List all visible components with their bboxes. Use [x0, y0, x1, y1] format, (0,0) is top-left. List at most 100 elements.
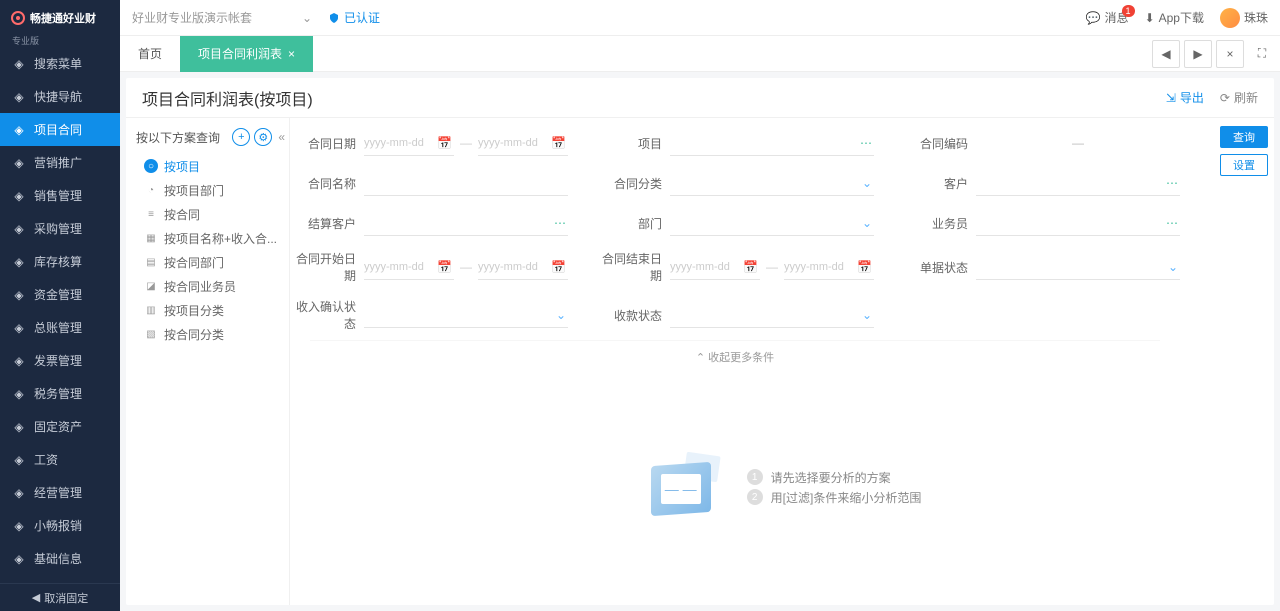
nav-icon: ◈	[12, 123, 26, 137]
salesman-input[interactable]: ⋯	[976, 210, 1180, 236]
field-salesman: 业务员 ⋯	[902, 210, 1180, 236]
nav-item-14[interactable]: ◈小畅报销	[0, 509, 120, 542]
nav-item-10[interactable]: ◈税务管理	[0, 377, 120, 410]
dept-select[interactable]: ⌄	[670, 210, 874, 236]
export-button[interactable]: ⇲ 导出	[1166, 89, 1204, 106]
query-button[interactable]: 查询	[1220, 126, 1268, 148]
nav-item-16[interactable]: ◈系统管理	[0, 575, 120, 583]
brand-edition: 专业版	[0, 34, 120, 47]
download-button[interactable]: ⬇ App下载	[1145, 9, 1204, 26]
nav-item-0[interactable]: ◈搜索菜单	[0, 47, 120, 80]
sidebar: 畅捷通好业财 专业版 ◈搜索菜单◈快捷导航◈项目合同◈营销推广◈销售管理◈采购管…	[0, 0, 120, 611]
nav-item-3[interactable]: ◈营销推广	[0, 146, 120, 179]
nav-item-15[interactable]: ◈基础信息	[0, 542, 120, 575]
field-dept: 部门 ⌄	[596, 210, 874, 236]
nav-item-5[interactable]: ◈采购管理	[0, 212, 120, 245]
scheme-icon: ▦	[144, 231, 158, 245]
customer-input[interactable]: ⋯	[976, 170, 1180, 196]
refresh-icon: ⟳	[1220, 91, 1230, 105]
hint-2: 用[过滤]条件来缩小分析范围	[771, 489, 922, 506]
end-date-to[interactable]: yyyy-mm-dd📅	[784, 254, 874, 280]
tabs-next[interactable]: ▶	[1184, 40, 1212, 68]
user-menu[interactable]: 珠珠	[1220, 8, 1268, 28]
nav-icon: ◈	[12, 552, 26, 566]
nav-icon: ◈	[12, 321, 26, 335]
scheme-list: ○按项目◔按项目部门≡按合同▦按项目名称+收入合...▤按合同部门◪按合同业务员…	[136, 154, 285, 346]
field-contract-code: 合同编码 —	[902, 130, 1180, 156]
nav-icon: ◈	[12, 453, 26, 467]
start-date-to[interactable]: yyyy-mm-dd📅	[478, 254, 568, 280]
receipt-status-select[interactable]: ⌄	[670, 302, 874, 328]
field-start-date: 合同开始日期 yyyy-mm-dd📅 — yyyy-mm-dd📅	[290, 250, 568, 284]
contract-name-input[interactable]	[364, 170, 568, 196]
scheme-item-7[interactable]: ▧按合同分类	[136, 322, 285, 346]
refresh-button[interactable]: ⟳ 刷新	[1220, 89, 1258, 106]
topbar: 好业财专业版演示帐套 ⌄ 已认证 💬 消息 1 ⬇ App下载 珠珠	[120, 0, 1280, 36]
start-date-from[interactable]: yyyy-mm-dd📅	[364, 254, 454, 280]
scheme-item-3[interactable]: ▦按项目名称+收入合...	[136, 226, 285, 250]
nav-icon: ◈	[12, 57, 26, 71]
collapse-conditions-button[interactable]: ⌃ 收起更多条件	[310, 340, 1160, 369]
messages-button[interactable]: 💬 消息 1	[1086, 9, 1129, 26]
tab-profit-report[interactable]: 项目合同利润表 ×	[180, 36, 313, 72]
scheme-item-2[interactable]: ≡按合同	[136, 202, 285, 226]
scheme-item-6[interactable]: ▥按项目分类	[136, 298, 285, 322]
nav-item-4[interactable]: ◈销售管理	[0, 179, 120, 212]
project-input[interactable]: ⋯	[670, 130, 874, 156]
settings-button[interactable]: 设置	[1220, 154, 1268, 176]
contract-date-start[interactable]: yyyy-mm-dd📅	[364, 130, 454, 156]
nav-item-6[interactable]: ◈库存核算	[0, 245, 120, 278]
add-scheme-button[interactable]: +	[232, 128, 250, 146]
nav-item-1[interactable]: ◈快捷导航	[0, 80, 120, 113]
close-icon[interactable]: ×	[288, 47, 295, 61]
nav-icon: ◈	[12, 222, 26, 236]
end-date-from[interactable]: yyyy-mm-dd📅	[670, 254, 760, 280]
collapse-panel-button[interactable]: «	[278, 130, 285, 144]
scheme-item-5[interactable]: ◪按合同业务员	[136, 274, 285, 298]
tabs-prev[interactable]: ◀	[1152, 40, 1180, 68]
nav-icon: ◈	[12, 387, 26, 401]
settle-customer-input[interactable]: ⋯	[364, 210, 568, 236]
nav-item-9[interactable]: ◈发票管理	[0, 344, 120, 377]
field-contract-class: 合同分类 ⌄	[596, 170, 874, 196]
filter-form: 查询 设置 合同日期 yyyy-mm-dd📅 —	[290, 118, 1274, 369]
field-project: 项目 ⋯	[596, 130, 874, 156]
empty-illustration: — —	[643, 452, 723, 522]
nav-icon: ◈	[12, 420, 26, 434]
scheme-settings-button[interactable]: ⚙	[254, 128, 272, 146]
scheme-icon: ◔	[144, 183, 158, 197]
contract-class-select[interactable]: ⌄	[670, 170, 874, 196]
nav-item-7[interactable]: ◈资金管理	[0, 278, 120, 311]
nav-item-13[interactable]: ◈经营管理	[0, 476, 120, 509]
lookup-icon: ⋯	[554, 216, 566, 230]
scheme-item-1[interactable]: ◔按项目部门	[136, 178, 285, 202]
message-icon: 💬	[1086, 11, 1101, 25]
scheme-icon: ▥	[144, 303, 158, 317]
scheme-item-0[interactable]: ○按项目	[136, 154, 285, 178]
tab-home[interactable]: 首页	[120, 36, 180, 72]
field-income-status: 收入确认状态 ⌄	[290, 298, 568, 332]
scheme-item-4[interactable]: ▤按合同部门	[136, 250, 285, 274]
nav-item-8[interactable]: ◈总账管理	[0, 311, 120, 344]
org-selector[interactable]: 好业财专业版演示帐套 ⌄	[132, 9, 312, 26]
calendar-icon: 📅	[743, 260, 758, 274]
contract-code-input[interactable]: —	[976, 130, 1180, 156]
nav-icon: ◈	[12, 189, 26, 203]
hint-1: 请先选择要分析的方案	[771, 469, 891, 486]
avatar	[1220, 8, 1240, 28]
unpin-button[interactable]: ◀ 取消固定	[0, 583, 120, 611]
contract-date-end[interactable]: yyyy-mm-dd📅	[478, 130, 568, 156]
tabs-close-all[interactable]: ×	[1216, 40, 1244, 68]
scheme-title: 按以下方案查询	[136, 129, 220, 146]
income-status-select[interactable]: ⌄	[364, 302, 568, 328]
nav-item-11[interactable]: ◈固定资产	[0, 410, 120, 443]
calendar-icon: 📅	[857, 260, 872, 274]
nav: ◈搜索菜单◈快捷导航◈项目合同◈营销推广◈销售管理◈采购管理◈库存核算◈资金管理…	[0, 47, 120, 583]
nav-item-12[interactable]: ◈工资	[0, 443, 120, 476]
calendar-icon: 📅	[437, 260, 452, 274]
shield-icon	[328, 12, 340, 24]
fullscreen-button[interactable]: ⛶	[1248, 40, 1276, 68]
bill-status-select[interactable]: ⌄	[976, 254, 1180, 280]
logo-icon	[10, 10, 26, 26]
nav-item-2[interactable]: ◈项目合同	[0, 113, 120, 146]
